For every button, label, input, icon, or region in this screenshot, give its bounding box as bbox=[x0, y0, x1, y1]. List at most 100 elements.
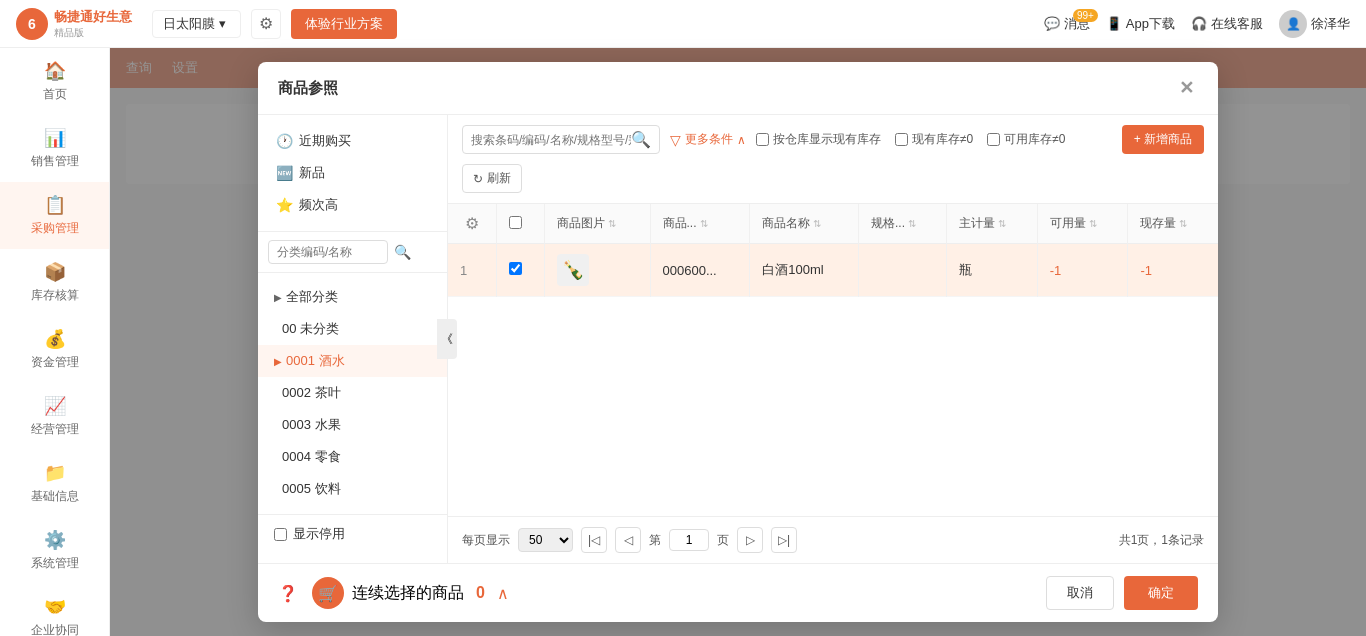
expand-0001-icon: ▶ bbox=[274, 356, 282, 367]
category-0002-label: 0002 茶叶 bbox=[282, 385, 341, 400]
th-name-label: 商品名称 bbox=[762, 215, 810, 232]
category-search-icon[interactable]: 🔍 bbox=[394, 244, 411, 260]
table-header: ⚙ 商品图片 ⇅ bbox=[448, 204, 1218, 244]
user-menu[interactable]: 👤 徐泽华 bbox=[1279, 10, 1350, 38]
name-sort-icon: ⇅ bbox=[813, 218, 821, 229]
category-00[interactable]: 00 未分类 bbox=[258, 313, 447, 345]
basic-info-icon: 📁 bbox=[44, 462, 66, 484]
sidebar-item-basic-info[interactable]: 📁 基础信息 bbox=[0, 450, 109, 517]
sidebar-item-enterprise[interactable]: 🤝 企业协同 bbox=[0, 584, 109, 636]
shortcut-frequent-label: 频次高 bbox=[299, 196, 338, 214]
modal-toolbar: 🔍 ▽ 更多条件 ∧ 按仓库显示现有库存 bbox=[448, 115, 1218, 204]
refresh-button[interactable]: ↻ 刷新 bbox=[462, 164, 522, 193]
system-icon: ⚙️ bbox=[44, 529, 66, 551]
modal-left-panel: 🕐 近期购买 🆕 新品 ⭐ 频次高 bbox=[258, 115, 448, 563]
trial-button[interactable]: 体验行业方案 bbox=[291, 9, 397, 39]
table-row[interactable]: 1 🍾 000600... 白酒100ml bbox=[448, 244, 1218, 297]
category-all-label: 全部分类 bbox=[286, 288, 338, 306]
image-col-sort[interactable]: 商品图片 ⇅ bbox=[557, 215, 638, 232]
spec-sort-icon: ⇅ bbox=[908, 218, 916, 229]
modal-close-button[interactable]: ✕ bbox=[1174, 76, 1198, 100]
select-all-checkbox[interactable] bbox=[509, 216, 522, 229]
image-sort-icon: ⇅ bbox=[608, 218, 616, 229]
shortcut-frequent[interactable]: ⭐ 频次高 bbox=[268, 189, 437, 221]
name-col-sort[interactable]: 商品名称 ⇅ bbox=[762, 215, 846, 232]
main-layout: 🏠 首页 📊 销售管理 📋 采购管理 📦 库存核算 💰 资金管理 📈 经营管理 … bbox=[0, 48, 1366, 636]
prev-page-button[interactable]: ◁ bbox=[615, 527, 641, 553]
more-filters-button[interactable]: ▽ 更多条件 ∧ bbox=[670, 131, 746, 148]
category-0003[interactable]: 0003 水果 bbox=[258, 409, 447, 441]
help-icon[interactable]: ❓ bbox=[278, 584, 298, 603]
unit-sort-icon: ⇅ bbox=[998, 218, 1006, 229]
sidebar-item-system[interactable]: ⚙️ 系统管理 bbox=[0, 517, 109, 584]
by-warehouse-checkbox[interactable] bbox=[756, 133, 769, 146]
sidebar-item-home[interactable]: 🏠 首页 bbox=[0, 48, 109, 115]
per-page-label: 每页显示 bbox=[462, 532, 510, 549]
cart-count: 0 bbox=[476, 584, 485, 602]
confirm-button[interactable]: 确定 bbox=[1124, 576, 1198, 610]
sidebar-item-finance[interactable]: 💰 资金管理 bbox=[0, 316, 109, 383]
category-0005[interactable]: 0005 饮料 bbox=[258, 473, 447, 505]
show-disabled-label[interactable]: 显示停用 bbox=[293, 525, 345, 543]
column-settings-icon[interactable]: ⚙ bbox=[465, 215, 479, 232]
add-product-button[interactable]: + 新增商品 bbox=[1122, 125, 1204, 154]
collapse-panel-button[interactable]: 《 bbox=[437, 319, 457, 359]
messages-btn[interactable]: 💬 消息 99+ bbox=[1044, 15, 1090, 33]
page-number-input[interactable] bbox=[669, 529, 709, 551]
product-search-input[interactable] bbox=[471, 133, 631, 147]
refresh-icon: ↻ bbox=[473, 172, 483, 186]
current-stock-checkbox[interactable] bbox=[895, 133, 908, 146]
total-records: 共1页，1条记录 bbox=[1119, 532, 1204, 549]
store-name: 日太阳膜 bbox=[163, 15, 215, 33]
footer-buttons: 取消 确定 bbox=[1046, 576, 1198, 610]
settings-button[interactable]: ⚙ bbox=[251, 9, 281, 39]
sidebar-item-operations[interactable]: 📈 经营管理 bbox=[0, 383, 109, 450]
sidebar-item-inventory[interactable]: 📦 库存核算 bbox=[0, 249, 109, 316]
checkbox-available-stock[interactable]: 可用库存≠0 bbox=[987, 131, 1065, 148]
th-unit: 主计量 ⇅ bbox=[947, 204, 1038, 244]
next-page-button[interactable]: ▷ bbox=[737, 527, 763, 553]
cancel-button[interactable]: 取消 bbox=[1046, 576, 1114, 610]
available-stock-checkbox[interactable] bbox=[987, 133, 1000, 146]
shortcut-new[interactable]: 🆕 新品 bbox=[268, 157, 437, 189]
sidebar-item-purchase[interactable]: 📋 采购管理 bbox=[0, 182, 109, 249]
filter-checkboxes: 按仓库显示现有库存 现有库存≠0 可用库存≠0 bbox=[756, 131, 1066, 148]
per-page-select[interactable]: 50 100 200 bbox=[518, 528, 573, 552]
category-0001[interactable]: ▶ 0001 酒水 bbox=[258, 345, 447, 377]
row-checkbox[interactable] bbox=[509, 262, 522, 275]
checkbox-current-stock[interactable]: 现有库存≠0 bbox=[895, 131, 973, 148]
online-service-btn[interactable]: 🎧 在线客服 bbox=[1191, 15, 1263, 33]
product-search-icon[interactable]: 🔍 bbox=[631, 130, 651, 149]
category-0004[interactable]: 0004 零食 bbox=[258, 441, 447, 473]
collapse-cart-icon[interactable]: ∧ bbox=[497, 584, 509, 603]
logo-text: 畅捷通好生意 精品版 bbox=[54, 8, 132, 40]
category-all[interactable]: ▶ 全部分类 bbox=[258, 281, 447, 313]
shortcuts-section: 🕐 近期购买 🆕 新品 ⭐ 频次高 bbox=[258, 125, 447, 232]
checkbox-by-warehouse[interactable]: 按仓库显示现有库存 bbox=[756, 131, 881, 148]
store-selector[interactable]: 日太阳膜 ▾ bbox=[152, 10, 241, 38]
shortcut-recent[interactable]: 🕐 近期购买 bbox=[268, 125, 437, 157]
inventory-icon: 📦 bbox=[44, 261, 66, 283]
category-00-label: 00 未分类 bbox=[282, 321, 339, 336]
available-col-sort[interactable]: 可用量 ⇅ bbox=[1050, 215, 1116, 232]
refresh-label: 刷新 bbox=[487, 170, 511, 187]
sidebar-item-sales[interactable]: 📊 销售管理 bbox=[0, 115, 109, 182]
cart-icon[interactable]: 🛒 bbox=[312, 577, 344, 609]
category-search-input[interactable] bbox=[268, 240, 388, 264]
app-download-btn[interactable]: 📱 App下载 bbox=[1106, 15, 1175, 33]
category-0002[interactable]: 0002 茶叶 bbox=[258, 377, 447, 409]
code-col-sort[interactable]: 商品... ⇅ bbox=[663, 215, 738, 232]
product-table-wrap: ⚙ 商品图片 ⇅ bbox=[448, 204, 1218, 516]
unit-col-sort[interactable]: 主计量 ⇅ bbox=[959, 215, 1025, 232]
spec-col-sort[interactable]: 规格... ⇅ bbox=[871, 215, 934, 232]
show-disabled-checkbox[interactable] bbox=[274, 528, 287, 541]
first-page-button[interactable]: |◁ bbox=[581, 527, 607, 553]
last-page-button[interactable]: ▷| bbox=[771, 527, 797, 553]
category-0005-label: 0005 饮料 bbox=[282, 481, 341, 496]
sales-icon: 📊 bbox=[44, 127, 66, 149]
category-0008[interactable]: 0008 水 bbox=[258, 505, 447, 514]
stock-col-sort[interactable]: 现存量 ⇅ bbox=[1140, 215, 1206, 232]
headset-icon: 🎧 bbox=[1191, 16, 1207, 31]
available-stock-label: 可用库存≠0 bbox=[1004, 131, 1065, 148]
shortcut-new-label: 新品 bbox=[299, 164, 325, 182]
